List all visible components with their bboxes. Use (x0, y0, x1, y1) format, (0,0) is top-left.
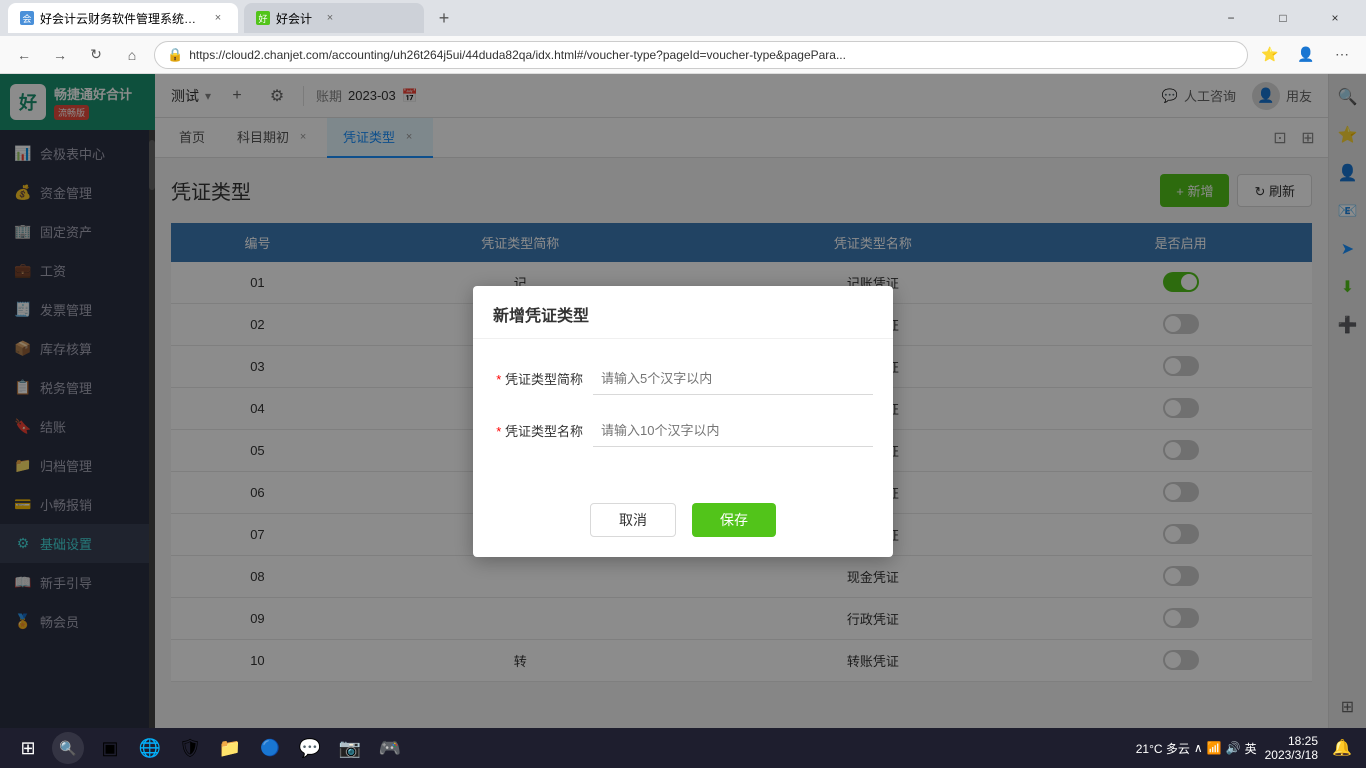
save-button[interactable]: 保存 (692, 503, 776, 537)
taskbar-app-browser[interactable]: 🌐 (132, 730, 168, 766)
required-asterisk: * (496, 372, 501, 387)
tab-inactive[interactable]: 好 好会计 × (244, 3, 424, 33)
taskbar-app-camera[interactable]: 📷 (332, 730, 368, 766)
profile-button[interactable]: 👤 (1292, 41, 1320, 69)
tab-favicon-2: 好 (256, 11, 270, 25)
taskbar-right: 21°C 多云 ∧ 📶 🔊 英 18:25 2023/3/18 🔔 (1136, 732, 1358, 764)
taskbar-app-taskview[interactable]: ▣ (92, 730, 128, 766)
short-label: * 凭证类型简称 (493, 369, 593, 388)
minimize-button[interactable]: − (1208, 3, 1254, 33)
taskbar-search-button[interactable]: 🔍 (52, 732, 84, 764)
start-button[interactable]: ⊞ (8, 728, 48, 768)
new-tab-button[interactable]: + (430, 4, 458, 32)
volume-icon: 🔊 (1226, 741, 1241, 755)
back-button[interactable]: ← (10, 41, 38, 69)
taskbar-clock[interactable]: 18:25 2023/3/18 (1265, 734, 1318, 762)
modal-title: 新增凭证类型 (473, 286, 893, 339)
extensions-button[interactable]: ⭐ (1256, 41, 1284, 69)
refresh-button[interactable]: ↻ (82, 41, 110, 69)
cancel-button[interactable]: 取消 (590, 503, 676, 537)
browser-title-bar: 会 好会计云财务软件管理系统_会计 × 好 好会计 × + − □ × (0, 0, 1366, 36)
address-bar: ← → ↻ ⌂ 🔒 https://cloud2.chanjet.com/acc… (0, 36, 1366, 74)
language-indicator[interactable]: 英 (1245, 740, 1257, 757)
forward-button[interactable]: → (46, 41, 74, 69)
tab-close-1[interactable]: × (210, 10, 226, 26)
system-tray: 21°C 多云 ∧ 📶 🔊 英 (1136, 740, 1257, 757)
tab-label-2: 好会计 (276, 10, 312, 27)
short-input[interactable] (593, 363, 873, 395)
url-text: https://cloud2.chanjet.com/accounting/uh… (189, 48, 846, 62)
maximize-button[interactable]: □ (1260, 3, 1306, 33)
taskbar: ⊞ 🔍 ▣ 🌐 🛡 📁 🔵 💬 📷 🎮 21°C 多云 ∧ 📶 🔊 英 18:2… (0, 728, 1366, 768)
taskbar-expand[interactable]: ∧ (1194, 741, 1203, 755)
form-row-name: * 凭证类型名称 (493, 415, 873, 447)
taskbar-app-apps[interactable]: 🎮 (372, 730, 408, 766)
taskbar-app-chrome[interactable]: 🔵 (252, 730, 288, 766)
taskbar-apps: ▣ 🌐 🛡 📁 🔵 💬 📷 🎮 (92, 730, 408, 766)
form-row-short: * 凭证类型简称 (493, 363, 873, 395)
taskbar-app-files[interactable]: 📁 (212, 730, 248, 766)
url-input[interactable]: 🔒 https://cloud2.chanjet.com/accounting/… (154, 41, 1248, 69)
clock-date: 2023/3/18 (1265, 748, 1318, 762)
tab-label-1: 好会计云财务软件管理系统_会计 (40, 10, 200, 27)
modal-footer: 取消 保存 (473, 491, 893, 557)
network-icon: 📶 (1207, 741, 1222, 755)
home-button[interactable]: ⌂ (118, 41, 146, 69)
modal-overlay: 新增凭证类型 * 凭证类型简称 * 凭证类型名称 取消 保存 (0, 74, 1366, 768)
tab-active[interactable]: 会 好会计云财务软件管理系统_会计 × (8, 3, 238, 33)
clock-time: 18:25 (1265, 734, 1318, 748)
required-asterisk-2: * (496, 424, 501, 439)
modal-add-voucher-type: 新增凭证类型 * 凭证类型简称 * 凭证类型名称 取消 保存 (473, 286, 893, 557)
menu-button[interactable]: ⋯ (1328, 41, 1356, 69)
name-label: * 凭证类型名称 (493, 421, 593, 440)
taskbar-app-wechat[interactable]: 💬 (292, 730, 328, 766)
tab-favicon-1: 会 (20, 11, 34, 25)
tab-close-2[interactable]: × (322, 10, 338, 26)
weather-temp: 21°C 多云 (1136, 740, 1190, 757)
modal-body: * 凭证类型简称 * 凭证类型名称 (473, 339, 893, 491)
name-input[interactable] (593, 415, 873, 447)
taskbar-app-security[interactable]: 🛡 (172, 730, 208, 766)
notification-button[interactable]: 🔔 (1326, 732, 1358, 764)
close-window-button[interactable]: × (1312, 3, 1358, 33)
